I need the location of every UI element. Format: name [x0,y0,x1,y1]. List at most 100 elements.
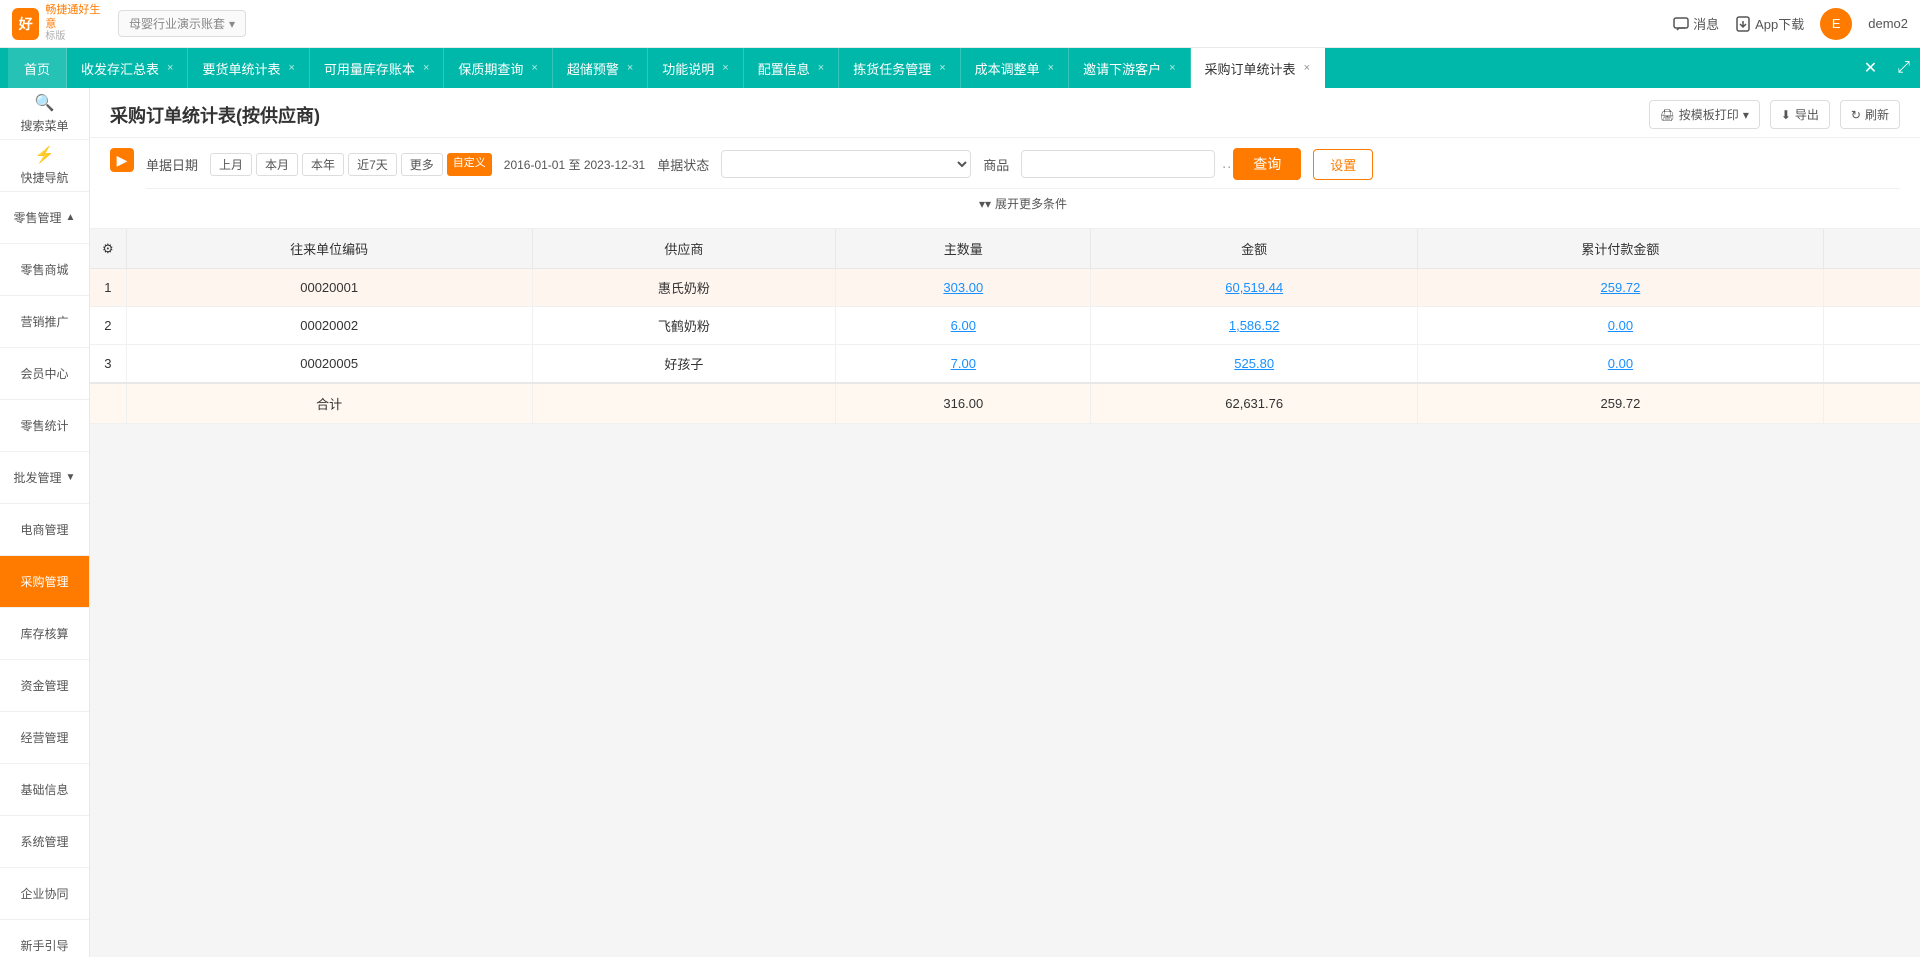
sidebar-item-fund-manage[interactable]: 资金管理 [0,660,89,712]
app-download-btn[interactable]: App下载 [1735,14,1804,33]
chevron-up-icon: ▲ [66,212,76,223]
close-function-desc[interactable]: × [722,62,728,74]
sidebar-item-wholesale-manage[interactable]: 批发管理 ▼ [0,452,89,504]
row2-code: 00020002 [126,307,532,345]
row1-code: 00020001 [126,269,532,307]
custom-date-badge[interactable]: 自定义 [447,153,492,176]
query-btn[interactable]: 查询 [1233,148,1301,180]
row2-qty[interactable]: 6.00 [836,307,1091,345]
sidebar-item-ecommerce[interactable]: 电商管理 [0,504,89,556]
row1-qty[interactable]: 303.00 [836,269,1091,307]
logo-text: 畅捷通好生意 标版 [45,4,102,42]
sidebar-item-search[interactable]: 🔍 搜索菜单 [0,88,89,140]
this-month-btn[interactable]: 本月 [256,153,298,176]
tab-warranty-query[interactable]: 保质期查询 × [444,48,552,88]
th-amount: 金额 [1091,229,1418,269]
tab-available-stock[interactable]: 可用量库存账本 × [310,48,444,88]
row1-supplier: 惠氏奶粉 [532,269,836,307]
row2-supplier: 飞鹤奶粉 [532,307,836,345]
close-config-info[interactable]: × [818,62,824,74]
expand-more-icon: ▾▾ [979,197,991,211]
row2-paid[interactable]: 0.00 [1417,307,1823,345]
sidebar-item-system-manage[interactable]: 系统管理 [0,816,89,868]
close-collection-summary[interactable]: × [167,62,173,74]
row3-amount[interactable]: 525.80 [1091,345,1418,384]
tab-purchase-summary[interactable]: 采购订单统计表 × [1191,48,1325,88]
row3-code: 00020005 [126,345,532,384]
nav-right-btns: ✕ ⤢ [1854,48,1920,88]
page-title: 采购订单统计表(按供应商) [110,102,320,128]
table-area: ⚙ 往来单位编码 供应商 主数量 金额 累计付款金额 1 00020001 惠氏… [90,229,1920,957]
print-btn[interactable]: 🖨 按模板打印 ▾ [1649,100,1760,129]
goods-input[interactable] [1021,150,1215,178]
th-setting[interactable]: ⚙ [90,229,126,269]
sidebar-item-operation-manage[interactable]: 经营管理 [0,712,89,764]
main-layout: 🔍 搜索菜单 ⚡ 快捷导航 零售管理 ▲ 零售商城 营销推广 会员中心 零售统计… [0,88,1920,957]
last-7days-btn[interactable]: 近7天 [348,153,397,176]
page-header: 采购订单统计表(按供应商) 🖨 按模板打印 ▾ ⬇ 导出 ↻ 刷新 [90,88,1920,138]
tab-cost-adjust[interactable]: 成本调整单 × [961,48,1069,88]
close-overstock-alert[interactable]: × [627,62,633,74]
this-year-btn[interactable]: 本年 [302,153,344,176]
row1-amount[interactable]: 60,519.44 [1091,269,1418,307]
tab-config-info[interactable]: 配置信息 × [744,48,839,88]
close-warranty-query[interactable]: × [531,62,537,74]
close-requisition-summary[interactable]: × [288,62,294,74]
tab-picking-tasks[interactable]: 拣货任务管理 × [839,48,960,88]
tab-collection-summary[interactable]: 收发存汇总表 × [67,48,188,88]
date-range-display: 2016-01-01 至 2023-12-31 [504,156,645,173]
sidebar-item-quick-nav[interactable]: ⚡ 快捷导航 [0,140,89,192]
sidebar-item-retail-stats[interactable]: 零售统计 [0,400,89,452]
refresh-btn[interactable]: ↻ 刷新 [1840,100,1900,129]
last-month-btn[interactable]: 上月 [210,153,252,176]
logo-area: 好 畅捷通好生意 标版 [12,4,102,42]
row2-amount[interactable]: 1,586.52 [1091,307,1418,345]
table-row: 3 00020005 好孩子 7.00 525.80 0.00 [90,345,1920,384]
close-picking-tasks[interactable]: × [939,62,945,74]
row3-paid[interactable]: 0.00 [1417,345,1823,384]
sidebar-item-marketing[interactable]: 营销推广 [0,296,89,348]
content-wrapper: 采购订单统计表(按供应商) 🖨 按模板打印 ▾ ⬇ 导出 ↻ 刷新 [90,88,1920,957]
nav-expand-btn[interactable]: ⤢ [1887,48,1920,88]
row2-extra [1823,307,1920,345]
expand-more-btn[interactable]: ▾▾ 展开更多条件 [146,188,1900,218]
close-available-stock[interactable]: × [423,62,429,74]
row3-qty[interactable]: 7.00 [836,345,1091,384]
sidebar-item-purchase-manage[interactable]: 采购管理 [0,556,89,608]
nav-close-btn[interactable]: ✕ [1854,48,1887,88]
print-icon: 🖨 [1660,108,1675,122]
th-paid: 累计付款金额 [1417,229,1823,269]
tab-function-desc[interactable]: 功能说明 × [648,48,743,88]
tab-overstock-alert[interactable]: 超储预警 × [553,48,648,88]
tab-invite-downstream[interactable]: 邀请下游客户 × [1069,48,1190,88]
workspace-arrow: ▾ [229,17,235,31]
export-btn[interactable]: ⬇ 导出 [1770,100,1830,129]
quick-nav-icon: ⚡ [35,145,55,165]
table-header-row: ⚙ 往来单位编码 供应商 主数量 金额 累计付款金额 [90,229,1920,269]
filter-bar: ▶ 单据日期 上月 本月 本年 近7天 更多 自定义 2016-0 [90,138,1920,229]
sidebar-item-new-guide[interactable]: 新手引导 [0,920,89,957]
message-btn[interactable]: 消息 [1673,14,1719,33]
sidebar-item-member-center[interactable]: 会员中心 [0,348,89,400]
sidebar: 🔍 搜索菜单 ⚡ 快捷导航 零售管理 ▲ 零售商城 营销推广 会员中心 零售统计… [0,88,90,957]
status-select[interactable] [721,150,971,178]
tab-home[interactable]: 首页 [8,48,67,88]
expand-filter-btn[interactable]: ▶ [110,148,134,172]
close-invite-downstream[interactable]: × [1169,62,1175,74]
row1-no: 1 [90,269,126,307]
sidebar-item-basic-info[interactable]: 基础信息 [0,764,89,816]
sidebar-item-retail-shop[interactable]: 零售商城 [0,244,89,296]
sidebar-item-inventory-check[interactable]: 库存核算 [0,608,89,660]
user-avatar: E [1820,8,1852,40]
summary-paid: 259.72 [1417,383,1823,424]
tab-requisition-summary[interactable]: 要货单统计表 × [188,48,309,88]
workspace-selector[interactable]: 母婴行业演示账套 ▾ [118,10,246,37]
date-quick-btns: 上月 本月 本年 近7天 更多 自定义 [210,153,492,176]
row1-paid[interactable]: 259.72 [1417,269,1823,307]
sidebar-item-enterprise-collab[interactable]: 企业协同 [0,868,89,920]
sidebar-item-retail-manage[interactable]: 零售管理 ▲ [0,192,89,244]
close-purchase-summary[interactable]: × [1304,62,1310,74]
close-cost-adjust[interactable]: × [1048,62,1054,74]
more-dates-btn[interactable]: 更多 [401,153,443,176]
setting-btn[interactable]: 设置 [1313,149,1373,180]
